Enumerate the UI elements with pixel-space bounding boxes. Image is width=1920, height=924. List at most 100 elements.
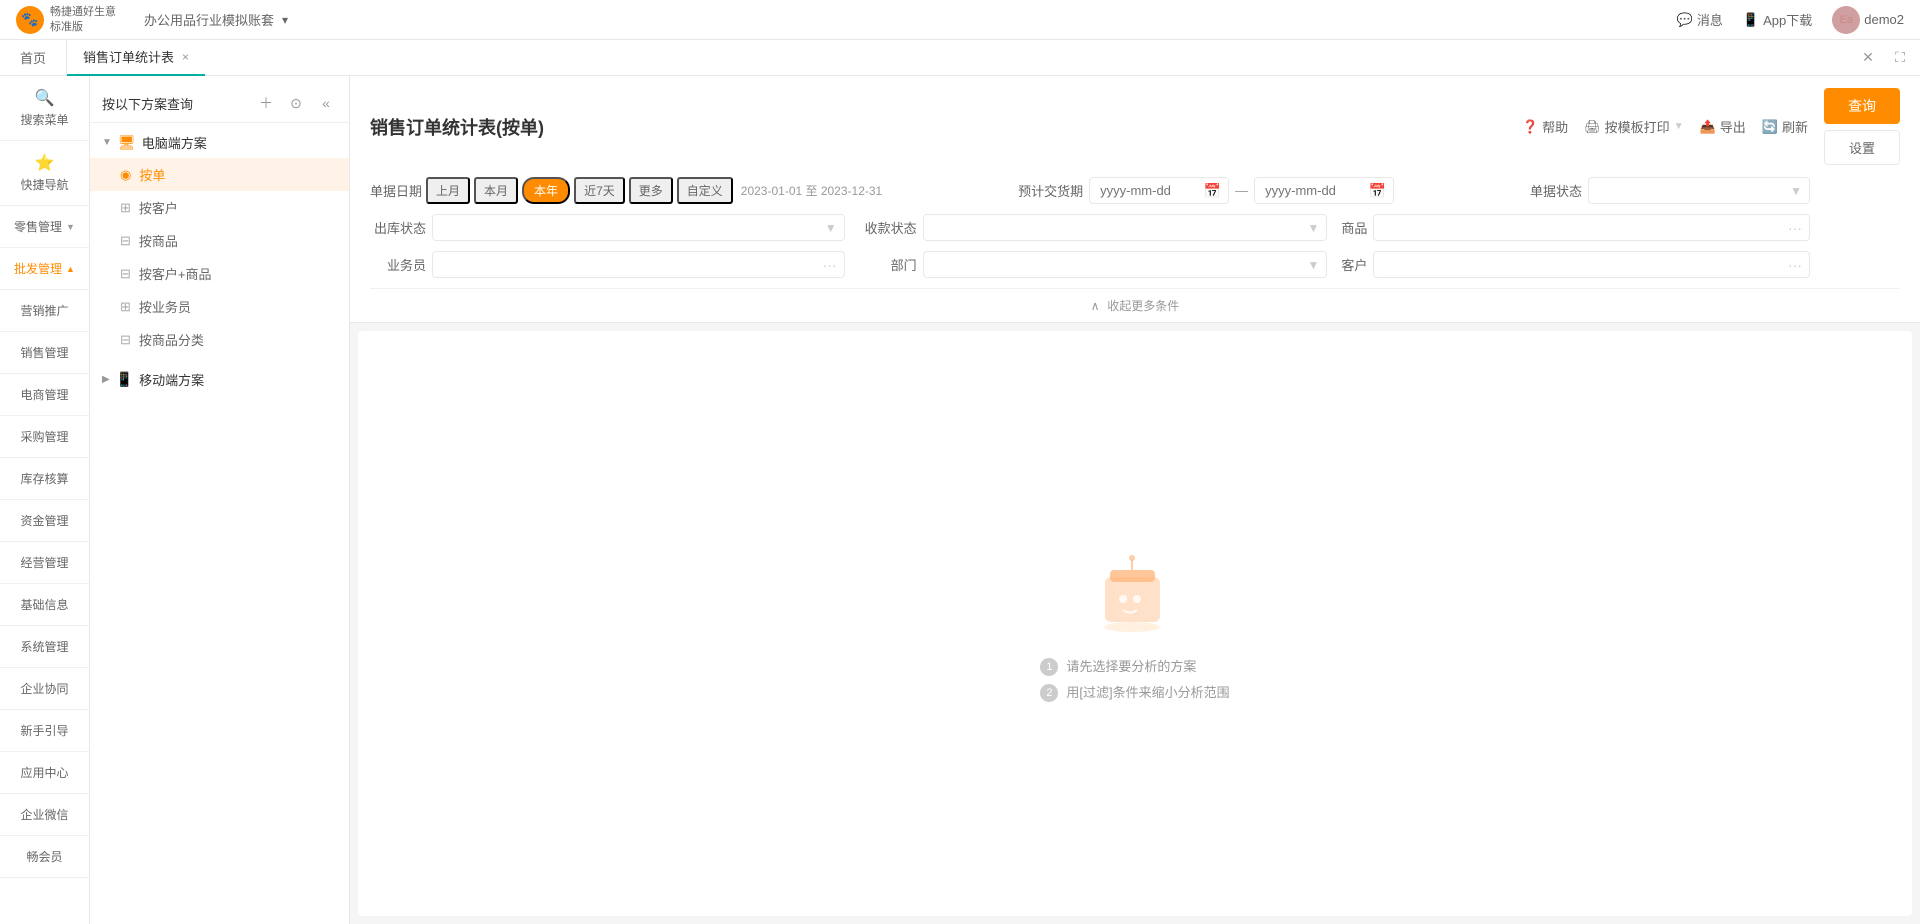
tab-bar-actions: ✕ ⛶ — [1856, 46, 1920, 70]
avatar: Ea — [1832, 6, 1860, 34]
expected-date-from-wrapper: 📅 — [1089, 177, 1229, 204]
sidebar-item-quick-nav[interactable]: ⭐ 快捷导航 — [0, 141, 89, 206]
payment-status-select[interactable] — [923, 214, 1328, 241]
collapse-filter-bar[interactable]: ∧ 收起更多条件 — [370, 288, 1900, 322]
print-btn[interactable]: 🖨 按模板打印 ▼ — [1584, 117, 1683, 136]
sidebar-item-corpwechat[interactable]: 企业微信 — [0, 794, 89, 836]
sidebar-item-enterprise[interactable]: 企业协同 — [0, 668, 89, 710]
salesman-dots-icon[interactable]: ··· — [823, 257, 837, 273]
date-last7-btn[interactable]: 近7天 — [574, 177, 625, 204]
scheme-group-pc: ▼ 🖥 电脑端方案 ◉ 按单 ⊞ 按客户 ⊟ 按商品 ⊟ — [90, 123, 349, 360]
content-area: 按以下方案查询 ＋ ⊙ « ▼ 🖥 电脑端方案 ◉ 按单 ⊞ 按客户 — [90, 76, 1920, 924]
date-prev-month-btn[interactable]: 上月 — [426, 177, 470, 204]
top-bar-dropdown[interactable]: ▾ — [282, 13, 288, 27]
tab-home[interactable]: 首页 — [0, 40, 67, 76]
scheme-item-by-order[interactable]: ◉ 按单 — [90, 158, 349, 191]
date-curr-month-btn[interactable]: 本月 — [474, 177, 518, 204]
empty-state-area: 1 请先选择要分析的方案 2 用[过滤]条件来缩小分析范围 — [358, 331, 1912, 916]
empty-step-2: 2 用[过滤]条件来缩小分析范围 — [1040, 680, 1229, 706]
status-label: 单据状态 — [1530, 181, 1582, 200]
sidebar-item-newuser[interactable]: 新手引导 — [0, 710, 89, 752]
sidebar-item-system[interactable]: 系统管理 — [0, 626, 89, 668]
top-bar: 🐾 畅捷通好生意 标准版 办公用品行业模拟账套 ▾ 💬 消息 📱 App下载 E… — [0, 0, 1920, 40]
top-bar-title: 办公用品行业模拟账套 — [144, 10, 274, 29]
scheme-group-mobile: ▶ 📱 移动端方案 — [90, 360, 349, 399]
sidebar-item-marketing[interactable]: 营销推广 — [0, 290, 89, 332]
department-select[interactable] — [923, 251, 1328, 278]
help-btn[interactable]: ❓ 帮助 — [1522, 117, 1568, 136]
payment-status-wrapper: ▼ — [923, 214, 1328, 241]
status-select-wrapper: ▼ — [1588, 177, 1810, 204]
sidebar-item-sales[interactable]: 销售管理 — [0, 332, 89, 374]
search-btn[interactable]: 查询 — [1824, 88, 1900, 124]
product-dots-icon[interactable]: ··· — [1788, 220, 1802, 236]
export-icon: 📤 — [1700, 119, 1716, 135]
product-input[interactable] — [1373, 214, 1810, 241]
app-download-btn[interactable]: 📱 App下载 — [1743, 10, 1812, 29]
top-bar-left: 🐾 畅捷通好生意 标准版 办公用品行业模拟账套 ▾ — [16, 5, 288, 34]
window-close-btn[interactable]: ✕ — [1856, 46, 1880, 70]
main-content: 销售订单统计表(按单) ❓ 帮助 🖨 按模板打印 ▼ 📤 — [350, 76, 1920, 924]
export-btn[interactable]: 📤 导出 — [1700, 117, 1746, 136]
sidebar-item-retail[interactable]: 零售管理 ▼ — [0, 206, 89, 248]
customer-input[interactable] — [1373, 251, 1810, 278]
ship-status-select[interactable] — [432, 214, 845, 241]
date-custom-btn[interactable]: 自定义 — [677, 177, 733, 204]
scheme-item-by-customer[interactable]: ⊞ 按客户 — [90, 191, 349, 224]
ship-status-group: 出库状态 ▼ — [370, 214, 845, 241]
salesman-label: 业务员 — [370, 255, 426, 274]
scheme-group-mobile-header[interactable]: ▶ 📱 移动端方案 — [90, 364, 349, 395]
settings-btn[interactable]: 设置 — [1824, 130, 1900, 165]
date-curr-year-btn[interactable]: 本年 — [522, 177, 570, 204]
step-num-1: 1 — [1040, 658, 1058, 676]
sidebar-item-appcenter[interactable]: 应用中心 — [0, 752, 89, 794]
sidebar-item-purchase[interactable]: 采购管理 — [0, 416, 89, 458]
empty-illustration — [1085, 542, 1185, 642]
pc-group-arrow-icon: ▼ — [102, 137, 112, 148]
user-avatar-area[interactable]: Ea demo2 — [1832, 6, 1904, 34]
scheme-item-by-category[interactable]: ⊟ 按商品分类 — [90, 323, 349, 356]
sidebar-item-wholesale[interactable]: 批发管理 ▲ — [0, 248, 89, 290]
scheme-item-by-product[interactable]: ⊟ 按商品 — [90, 224, 349, 257]
retail-arrow-icon: ▼ — [66, 222, 75, 232]
customer-dots-icon[interactable]: ··· — [1788, 257, 1802, 273]
status-select[interactable] — [1588, 177, 1810, 204]
logo-text: 畅捷通好生意 标准版 — [50, 5, 116, 34]
sidebar-item-operations[interactable]: 经营管理 — [0, 542, 89, 584]
scheme-group-pc-header[interactable]: ▼ 🖥 电脑端方案 — [90, 127, 349, 158]
salesman-input[interactable] — [432, 251, 845, 278]
sidebar-item-finance[interactable]: 资金管理 — [0, 500, 89, 542]
sidebar-item-ecommerce[interactable]: 电商管理 — [0, 374, 89, 416]
product-input-wrapper: ··· — [1373, 214, 1810, 241]
left-panel: 按以下方案查询 ＋ ⊙ « ▼ 🖥 电脑端方案 ◉ 按单 ⊞ 按客户 — [90, 76, 350, 924]
settings-scheme-btn[interactable]: ⊙ — [285, 92, 307, 114]
page-header-actions: ❓ 帮助 🖨 按模板打印 ▼ 📤 导出 🔄 — [1522, 88, 1900, 165]
tab-close-icon[interactable]: × — [182, 50, 189, 64]
ship-status-label: 出库状态 — [370, 218, 426, 237]
sidebar-item-basics[interactable]: 基础信息 — [0, 584, 89, 626]
calendar-from-icon: 📅 — [1204, 182, 1221, 199]
message-icon: 💬 — [1677, 12, 1693, 28]
empty-steps: 1 请先选择要分析的方案 2 用[过滤]条件来缩小分析范围 — [1040, 654, 1229, 706]
wholesale-arrow-icon: ▲ — [66, 264, 75, 274]
tab-active[interactable]: 销售订单统计表 × — [67, 40, 205, 76]
window-expand-btn[interactable]: ⛶ — [1888, 46, 1912, 70]
step-num-2: 2 — [1040, 684, 1058, 702]
print-dropdown-icon: ▼ — [1674, 121, 1684, 132]
phone-icon: 📱 — [1743, 12, 1759, 28]
empty-svg — [1085, 542, 1185, 642]
refresh-btn[interactable]: 🔄 刷新 — [1762, 117, 1808, 136]
by-customer-icon: ⊞ — [120, 200, 131, 216]
by-order-icon: ◉ — [120, 167, 131, 183]
expected-date-to-wrapper: 📅 — [1254, 177, 1394, 204]
message-btn[interactable]: 💬 消息 — [1677, 10, 1723, 29]
add-scheme-btn[interactable]: ＋ — [255, 92, 277, 114]
scheme-item-by-salesman[interactable]: ⊞ 按业务员 — [90, 290, 349, 323]
date-more-btn[interactable]: 更多 — [629, 177, 673, 204]
sidebar-item-search-menu[interactable]: 🔍 搜索菜单 — [0, 76, 89, 141]
sidebar-item-member[interactable]: 畅会员 — [0, 836, 89, 878]
main-layout: 🔍 搜索菜单 ⭐ 快捷导航 零售管理 ▼ 批发管理 ▲ 营销推广 销售管理 电商… — [0, 76, 1920, 924]
scheme-item-by-customer-product[interactable]: ⊟ 按客户+商品 — [90, 257, 349, 290]
sidebar-item-inventory[interactable]: 库存核算 — [0, 458, 89, 500]
collapse-panel-btn[interactable]: « — [315, 92, 337, 114]
